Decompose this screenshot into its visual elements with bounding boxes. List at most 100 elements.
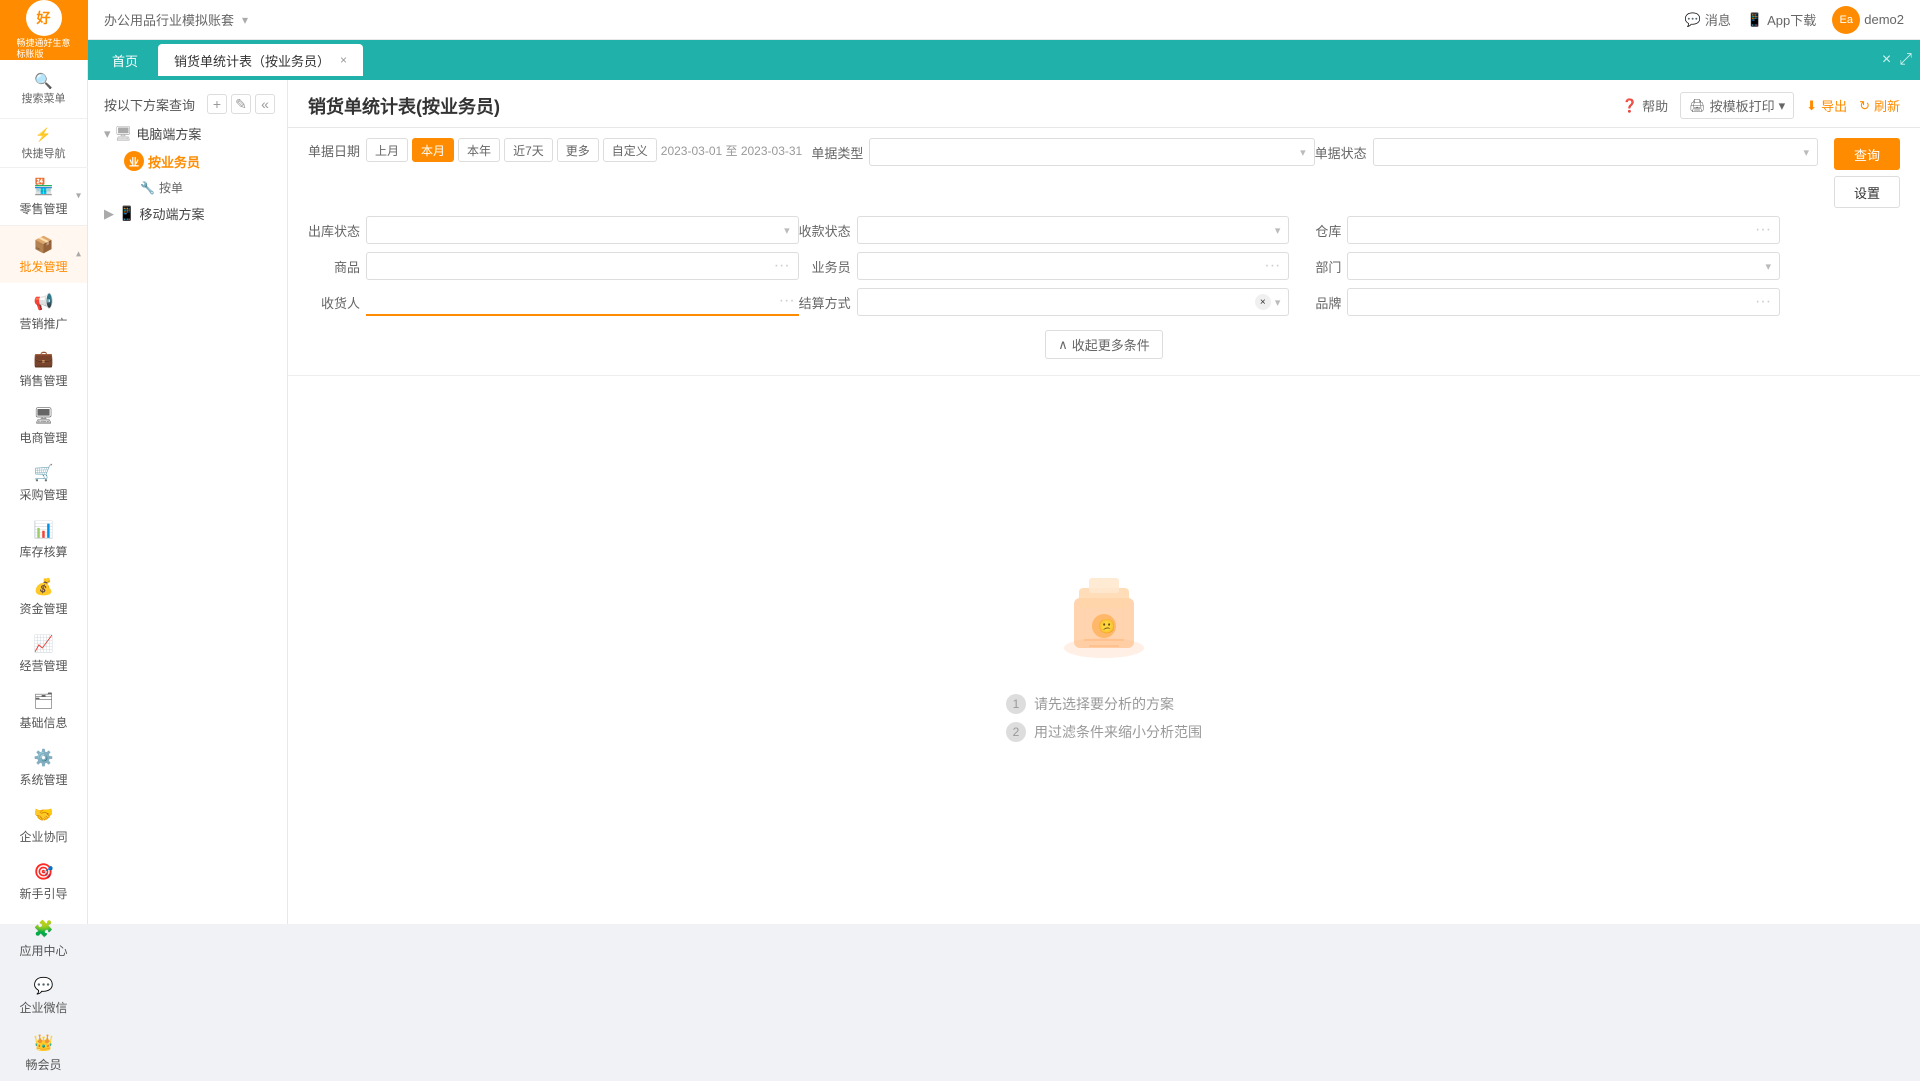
brand-label: 品牌	[1289, 293, 1341, 312]
sidebar-item-inventory[interactable]: 📊 库存核算	[0, 511, 87, 568]
home-tab-label: 首页	[112, 51, 138, 70]
add-scheme-button[interactable]: +	[207, 94, 227, 114]
refresh-button[interactable]: ↻ 刷新	[1859, 96, 1900, 115]
scheme-by-order[interactable]: 🔧 按单	[96, 175, 279, 200]
search-menu-button[interactable]: 🔍 搜索菜单	[14, 68, 74, 110]
sidebar-item-guide[interactable]: 🎯 新手引导	[0, 853, 87, 910]
status-filter: ▾	[1373, 138, 1818, 166]
export-button[interactable]: ⬇ 导出	[1806, 96, 1847, 115]
brand-input[interactable]: ···	[1347, 288, 1780, 316]
hint-num-1: 1	[1006, 694, 1026, 714]
retail-icon: 🏪	[33, 176, 55, 198]
goods-label: 商品	[308, 257, 360, 276]
date-this-month[interactable]: 本月	[412, 138, 454, 162]
edit-scheme-button[interactable]: ✎	[231, 94, 251, 114]
settlement-select[interactable]: × ▾	[857, 288, 1290, 316]
type-select[interactable]: ▾	[869, 138, 1314, 166]
user-profile[interactable]: Ea demo2	[1832, 6, 1904, 34]
status-select[interactable]: ▾	[1373, 138, 1818, 166]
chevron-down-icon: ▾	[1803, 146, 1809, 159]
settlement-label: 结算方式	[799, 293, 851, 312]
date-last-month[interactable]: 上月	[366, 138, 408, 162]
date-custom[interactable]: 自定义	[603, 138, 657, 162]
expand-button[interactable]: ⤢	[1899, 51, 1912, 69]
svg-text:😕: 😕	[1098, 618, 1115, 634]
marketing-icon: 📢	[33, 291, 55, 313]
tabbar: 首页 销货单统计表（按业务员） × × ⤢	[88, 40, 1920, 80]
warehouse-input[interactable]: ···	[1347, 216, 1780, 244]
dots-icon: ···	[774, 257, 790, 275]
tree-mobile-section[interactable]: ▶ 📱 移动端方案	[96, 200, 279, 227]
collapse-panel-button[interactable]: «	[255, 94, 275, 114]
warehouse-label: 仓库	[1289, 221, 1341, 240]
sidebar-item-sales[interactable]: 💼 销售管理	[0, 340, 87, 397]
scheme-tree: ▾ 🖥 电脑端方案 业 按业务员 🔧 按单 ▶ 📱 移动端方案	[88, 120, 287, 227]
print-button[interactable]: 🖨 按模板打印 ▾	[1680, 92, 1794, 119]
page-title: 销货单统计表(按业务员)	[308, 93, 500, 119]
empty-illustration: 😕	[1044, 558, 1164, 678]
chevron-down-icon[interactable]: ▾	[242, 13, 248, 27]
sidebar-item-finance[interactable]: 💰 资金管理	[0, 568, 87, 625]
type-label: 单据类型	[811, 143, 863, 162]
chevron-down-icon: ▾	[1275, 296, 1281, 309]
sidebar-item-ecommerce[interactable]: 🖥 电商管理	[0, 397, 87, 454]
chevron-down-icon: ▾	[1765, 260, 1771, 273]
chevron-up-icon: ▴	[76, 249, 81, 260]
tree-desktop-section[interactable]: ▾ 🖥 电脑端方案	[96, 120, 279, 147]
export-icon: ⬇	[1806, 98, 1817, 114]
sidebar-item-member[interactable]: 👑 畅会员	[0, 1024, 87, 1081]
help-button[interactable]: ❓ 帮助	[1622, 96, 1668, 115]
goods-filter: ···	[366, 252, 799, 280]
system-icon: ⚙️	[33, 747, 55, 769]
sidebar-item-operation[interactable]: 📈 经营管理	[0, 625, 87, 682]
date-range-text: 2023-03-01 至 2023-03-31	[661, 142, 802, 159]
sidebar-item-enterprise[interactable]: 🤝 企业协同	[0, 796, 87, 853]
settlement-filter: × ▾	[857, 288, 1290, 316]
right-panel: 销货单统计表(按业务员) ❓ 帮助 🖨 按模板打印 ▾ ⬇ 导出	[288, 80, 1920, 924]
sidebar-item-retail[interactable]: 🏪 零售管理 ▾	[0, 168, 87, 226]
date-last-7-days[interactable]: 近7天	[504, 138, 553, 162]
collapse-button[interactable]: ∧ 收起更多条件	[1045, 330, 1163, 359]
search-section: 🔍 搜索菜单	[0, 60, 87, 119]
message-button[interactable]: 💬 消息	[1685, 10, 1731, 29]
close-all-tabs-button[interactable]: ×	[1882, 51, 1891, 69]
sidebar-item-wechat[interactable]: 💬 企业微信	[0, 967, 87, 1024]
tab-sales-stat[interactable]: 销货单统计表（按业务员） ×	[158, 44, 363, 76]
chevron-right-icon: ▶	[104, 206, 114, 222]
topbar-left: 办公用品行业模拟账套 ▾	[104, 10, 248, 29]
brand-filter: ···	[1347, 288, 1780, 316]
chevron-down-icon: ▾	[1300, 146, 1306, 159]
quick-nav[interactable]: ⚡ 快捷导航	[0, 119, 88, 168]
dots-icon: ···	[1755, 293, 1771, 311]
salesperson-input[interactable]: ···	[857, 252, 1290, 280]
app-download-button[interactable]: 📱 App下载	[1747, 10, 1816, 29]
date-more[interactable]: 更多	[557, 138, 599, 162]
filter-panel: 单据日期 上月 本月 本年 近7天 更多 自定义 2023-03-01 至 20…	[288, 128, 1920, 376]
payment-select[interactable]: ▾	[857, 216, 1290, 244]
delivery-select[interactable]: ▾	[366, 216, 799, 244]
app-logo[interactable]: 好 畅捷通好生意 标账版	[0, 0, 88, 60]
consignee-input[interactable]: ···	[366, 288, 799, 316]
settings-button[interactable]: 设置	[1834, 176, 1900, 208]
sidebar-item-basic[interactable]: 🗂 基础信息	[0, 682, 87, 739]
dots-icon: ···	[779, 292, 795, 310]
left-panel-header: 按以下方案查询 + ✎ «	[88, 88, 287, 120]
chevron-down-icon: ▾	[104, 126, 111, 142]
dept-select[interactable]: ▾	[1347, 252, 1780, 280]
tab-home[interactable]: 首页	[96, 44, 154, 76]
apps-icon: 🧩	[33, 918, 55, 940]
goods-input[interactable]: ···	[366, 252, 799, 280]
print-icon: 🖨	[1689, 98, 1706, 114]
sidebar-item-purchase[interactable]: 🛒 采购管理	[0, 454, 87, 511]
query-button[interactable]: 查询	[1834, 138, 1900, 170]
empty-hints: 1 请先选择要分析的方案 2 用过滤条件来缩小分析范围	[1006, 694, 1202, 742]
sidebar-item-wholesale[interactable]: 📦 批发管理 ▴	[0, 226, 87, 283]
sidebar-item-marketing[interactable]: 📢 营销推广	[0, 283, 87, 340]
sidebar-item-apps[interactable]: 🧩 应用中心	[0, 910, 87, 967]
scheme-by-salesperson[interactable]: 业 按业务员	[96, 147, 279, 175]
inventory-icon: 📊	[33, 519, 55, 541]
settlement-clear-button[interactable]: ×	[1255, 294, 1271, 310]
tab-close-button[interactable]: ×	[340, 53, 347, 67]
sidebar-item-system[interactable]: ⚙️ 系统管理	[0, 739, 87, 796]
date-this-year[interactable]: 本年	[458, 138, 500, 162]
